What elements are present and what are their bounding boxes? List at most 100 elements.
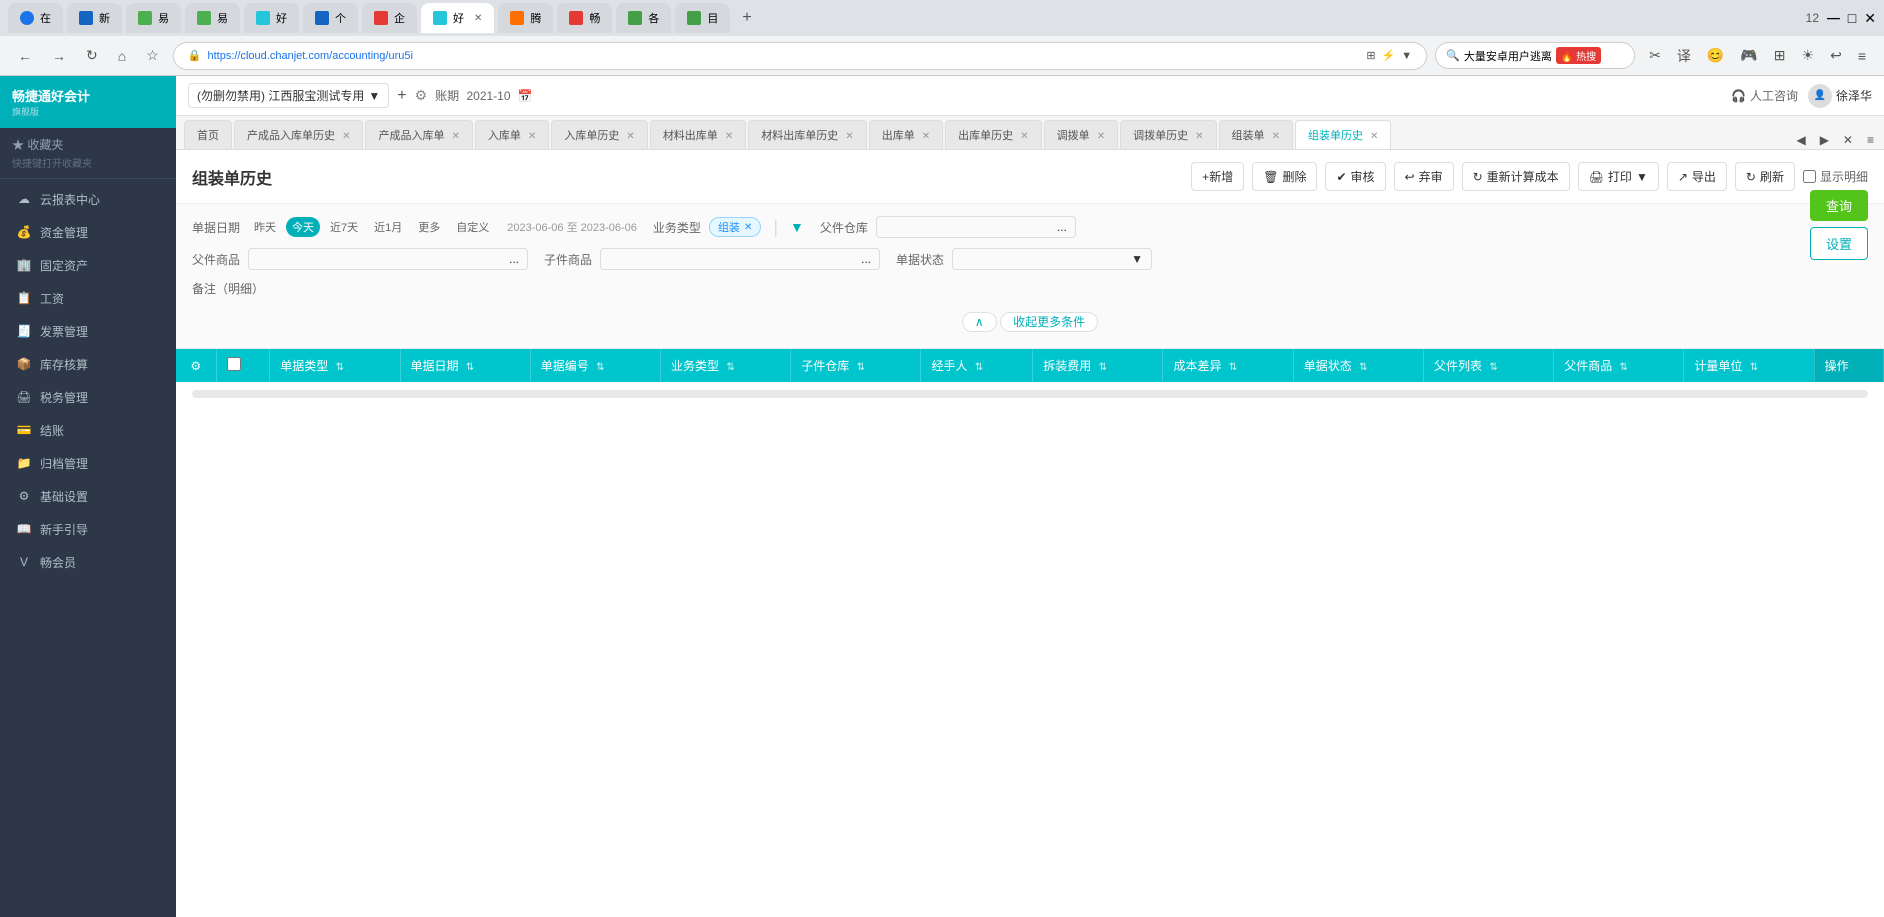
add-button[interactable]: + 新增 — [1191, 162, 1244, 191]
sort-unit-icon[interactable]: ⇅ — [1750, 362, 1758, 373]
delete-button[interactable]: 🗑 删除 — [1252, 162, 1317, 191]
custom-btn[interactable]: 自定义 — [450, 217, 495, 237]
minimize-button[interactable]: ─ — [1827, 8, 1840, 29]
sidebar-item-settings[interactable]: ⚙ 基础设置 — [0, 480, 176, 513]
browser-tab-8[interactable]: 好 ✕ — [421, 3, 494, 33]
parent-goods-select[interactable]: ... — [248, 248, 528, 270]
recalculate-button[interactable]: ↻ 重新计算成本 — [1462, 162, 1570, 191]
brightness-button[interactable]: ☀ — [1796, 42, 1821, 70]
lightning-icon[interactable]: ⚡ — [1382, 49, 1396, 62]
horizontal-scrollbar[interactable] — [192, 390, 1868, 398]
maximize-button[interactable]: □ — [1848, 10, 1856, 26]
show-detail-checkbox[interactable] — [1803, 170, 1816, 183]
new-tab-button[interactable]: + — [734, 9, 759, 27]
tab-inbound[interactable]: 入库单 ✕ — [475, 120, 549, 149]
browser-tab-9[interactable]: 腾 — [498, 3, 553, 33]
game-button[interactable]: 🎮 — [1734, 42, 1763, 70]
browser-tab-1[interactable]: 在 — [8, 3, 63, 33]
tab-material-outbound[interactable]: 材料出库单 ✕ — [650, 120, 746, 149]
query-button[interactable]: 查询 — [1810, 190, 1868, 221]
col-checkbox[interactable] — [216, 349, 270, 382]
tab-close-product-inbound-history[interactable]: ✕ — [342, 131, 350, 142]
col-unit[interactable]: 计量单位 ⇅ — [1684, 349, 1814, 382]
tab-product-inbound-history[interactable]: 产成品入库单历史 ✕ — [234, 120, 363, 149]
sort-biz-type-icon[interactable]: ⇅ — [726, 362, 734, 373]
refresh-button[interactable]: ↻ 刷新 — [1735, 162, 1795, 191]
sidebar-item-fund[interactable]: 💰 资金管理 — [0, 216, 176, 249]
sidebar-item-invoice[interactable]: 🧾 发票管理 — [0, 315, 176, 348]
browser-tab-2[interactable]: 新 — [67, 3, 122, 33]
tab-assembly[interactable]: 组装单 ✕ — [1219, 120, 1293, 149]
bookmark-button[interactable]: ☆ — [140, 43, 165, 68]
close-button[interactable]: ✕ — [1864, 10, 1876, 27]
filter-settings-button[interactable]: 设置 — [1810, 227, 1868, 260]
sidebar-item-member[interactable]: V 畅会员 — [0, 546, 176, 579]
back-button[interactable]: ← — [12, 44, 38, 68]
show-detail-toggle[interactable]: 显示明细 — [1803, 168, 1868, 185]
browser-tab-11[interactable]: 各 — [616, 3, 671, 33]
child-goods-select[interactable]: ... — [600, 248, 880, 270]
tab-close-assembly[interactable]: ✕ — [1272, 131, 1280, 142]
tab-close-outbound-history[interactable]: ✕ — [1020, 131, 1028, 142]
sort-date-icon[interactable]: ⇅ — [466, 362, 474, 373]
col-parent-goods[interactable]: 父件商品 ⇅ — [1554, 349, 1684, 382]
forward-button[interactable]: → — [46, 44, 72, 68]
tab-material-outbound-history[interactable]: 材料出库单历史 ✕ — [748, 120, 866, 149]
add-company-button[interactable]: + — [397, 87, 406, 105]
tab-transfer-history[interactable]: 调拨单历史 ✕ — [1120, 120, 1216, 149]
export-button[interactable]: ↗ 导出 — [1667, 162, 1727, 191]
sort-cost-diff-icon[interactable]: ⇅ — [1229, 362, 1237, 373]
tab-transfer[interactable]: 调拨单 ✕ — [1044, 120, 1118, 149]
col-cost-diff[interactable]: 成本差异 ⇅ — [1163, 349, 1293, 382]
browser-tab-3[interactable]: 易 — [126, 3, 181, 33]
tab-close-all-button[interactable]: ✕ — [1837, 131, 1859, 149]
sort-parent-goods-icon[interactable]: ⇅ — [1620, 362, 1628, 373]
tab-product-inbound[interactable]: 产成品入库单 ✕ — [365, 120, 472, 149]
browser-tab-4[interactable]: 易 — [185, 3, 240, 33]
col-biz-type[interactable]: 业务类型 ⇅ — [660, 349, 790, 382]
col-order-status[interactable]: 单据状态 ⇅ — [1293, 349, 1423, 382]
select-all-checkbox[interactable] — [227, 357, 241, 371]
home-button[interactable]: ⌂ — [112, 44, 132, 68]
tab-outbound-history[interactable]: 出库单历史 ✕ — [945, 120, 1041, 149]
col-date[interactable]: 单据日期 ⇅ — [400, 349, 530, 382]
col-disassemble-cost[interactable]: 拆装费用 ⇅ — [1033, 349, 1163, 382]
tab-close-transfer-history[interactable]: ✕ — [1195, 131, 1203, 142]
sort-disassemble-cost-icon[interactable]: ⇅ — [1099, 362, 1107, 373]
print-button[interactable]: 🖨 打印 ▼ — [1578, 162, 1659, 191]
sidebar-item-salary[interactable]: 📋 工资 — [0, 282, 176, 315]
business-type-dropdown[interactable]: ▼ — [790, 219, 804, 235]
menu-button[interactable]: ≡ — [1852, 42, 1872, 70]
dropdown-arrow[interactable]: ▼ — [1401, 50, 1412, 62]
tab-close-inbound[interactable]: ✕ — [528, 131, 536, 142]
col-child-warehouse[interactable]: 子件仓库 ⇅ — [791, 349, 921, 382]
sort-number-icon[interactable]: ⇅ — [596, 362, 604, 373]
tab-home[interactable]: 首页 — [184, 120, 232, 149]
col-handler[interactable]: 经手人 ⇅ — [921, 349, 1033, 382]
collapse-bar[interactable]: ∧ 收起更多条件 — [192, 307, 1868, 336]
tab-next-button[interactable]: ▶ — [1814, 131, 1835, 149]
browser-tab-5[interactable]: 好 — [244, 3, 299, 33]
browser-tab-7[interactable]: 企 — [362, 3, 417, 33]
sidebar-item-fixed-assets[interactable]: 🏢 固定资产 — [0, 249, 176, 282]
tab-outbound[interactable]: 出库单 ✕ — [869, 120, 943, 149]
tab-close-outbound[interactable]: ✕ — [922, 131, 930, 142]
abandon-button[interactable]: ↩ 弃审 — [1394, 162, 1454, 191]
last1month-btn[interactable]: 近1月 — [368, 217, 408, 237]
order-status-select[interactable]: ▼ — [952, 248, 1152, 270]
sidebar-item-tax[interactable]: 🖨 税务管理 — [0, 381, 176, 414]
sort-handler-icon[interactable]: ⇅ — [975, 362, 983, 373]
grid-button[interactable]: ⊞ — [1768, 42, 1792, 70]
yesterday-btn[interactable]: 昨天 — [248, 217, 282, 237]
sidebar-item-checkout[interactable]: 💳 结账 — [0, 414, 176, 447]
tab-inbound-history[interactable]: 入库单历史 ✕ — [551, 120, 647, 149]
table-settings-icon[interactable]: ⚙ — [190, 359, 201, 373]
browser-search[interactable]: 🔍 大量安卓用户逃离 🔥 热搜 — [1435, 42, 1635, 69]
sidebar-item-guide[interactable]: 📖 新手引导 — [0, 513, 176, 546]
sort-order-status-icon[interactable]: ⇅ — [1359, 362, 1367, 373]
business-type-tag-close[interactable]: ✕ — [744, 222, 752, 233]
address-bar[interactable]: 🔒 https://cloud.chanjet.com/accounting/u… — [173, 42, 1427, 70]
sort-type-icon[interactable]: ⇅ — [336, 362, 344, 373]
avatar-button[interactable]: 😊 — [1701, 42, 1730, 70]
col-type[interactable]: 单据类型 ⇅ — [270, 349, 400, 382]
